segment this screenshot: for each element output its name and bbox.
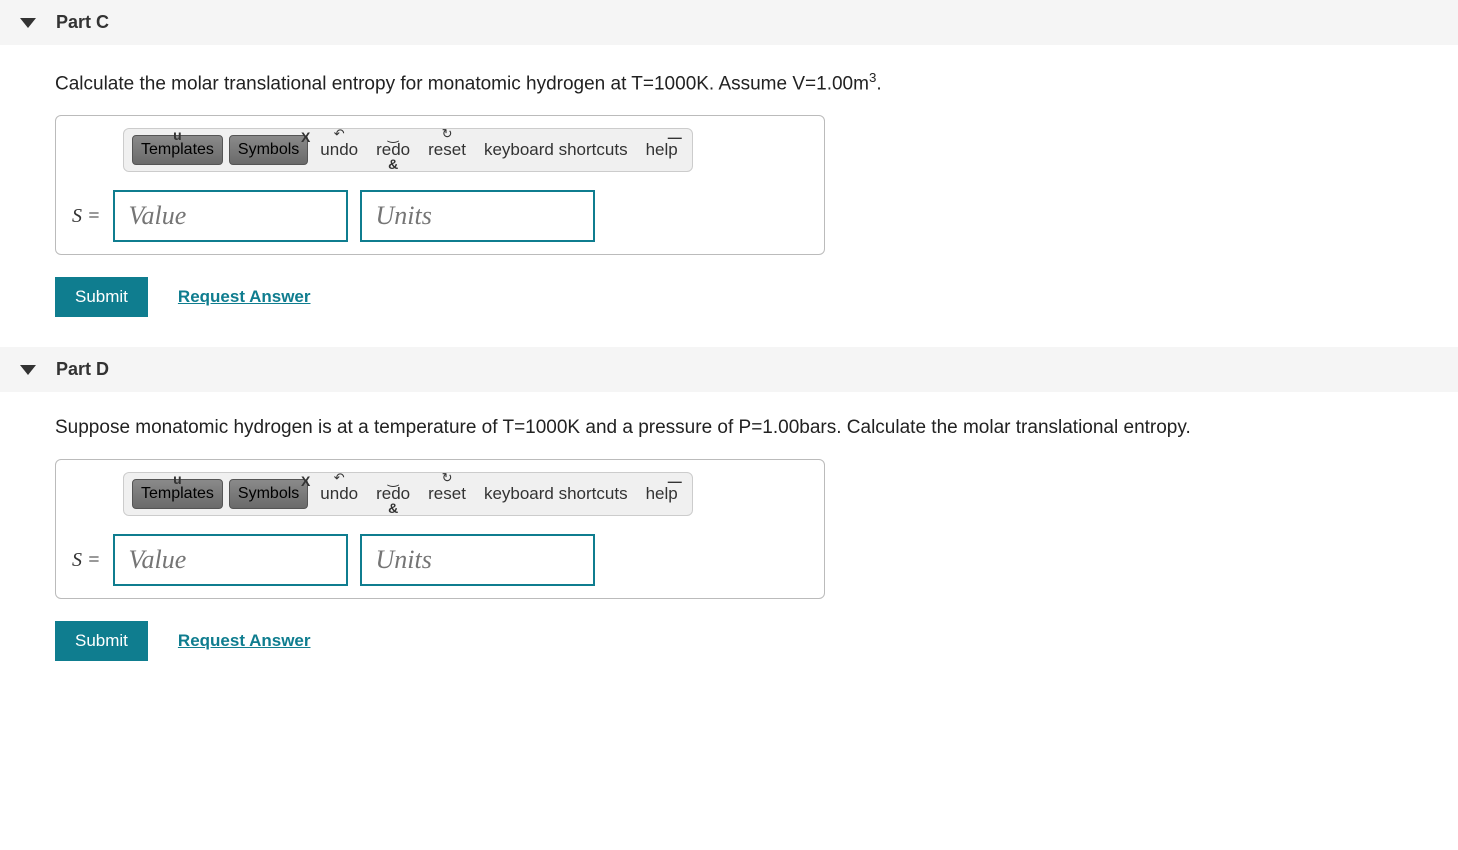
part-c-header: Part C [0, 0, 1458, 45]
reset-button[interactable]: ↻ reset [422, 480, 472, 508]
symbols-button[interactable]: X Symbols [229, 135, 308, 165]
undo-icon: ↶ [334, 126, 345, 142]
input-row: S = [68, 534, 812, 586]
question-text-end: . [876, 73, 881, 94]
redo-button[interactable]: ‿ redo & [370, 136, 416, 164]
variable-label: S = [72, 549, 101, 572]
undo-button[interactable]: ↶ undo [314, 136, 364, 164]
undo-label: undo [320, 484, 358, 503]
redo-icon-top: ‿ [388, 128, 398, 144]
reset-icon: ↻ [442, 126, 453, 142]
help-button[interactable]: — help [640, 480, 684, 508]
redo-button[interactable]: ‿ redo & [370, 480, 416, 508]
symbols-button[interactable]: X Symbols [229, 479, 308, 509]
templates-label: Templates [141, 141, 214, 158]
submit-button[interactable]: Submit [55, 277, 148, 317]
variable-label: S = [72, 205, 101, 228]
part-c-body: Calculate the molar translational entrop… [0, 45, 1458, 347]
reset-button[interactable]: ↻ reset [422, 136, 472, 164]
symbols-overlay-icon: X [301, 473, 310, 489]
question-text-main: Calculate the molar translational entrop… [55, 73, 869, 94]
templates-button[interactable]: u Templates [132, 479, 223, 509]
units-input[interactable] [360, 190, 595, 242]
part-c-question: Calculate the molar translational entrop… [55, 70, 1403, 95]
part-c-title: Part C [56, 12, 109, 33]
redo-icon-bottom: & [388, 500, 398, 516]
redo-icon-bottom: & [388, 156, 398, 172]
part-d-question: Suppose monatomic hydrogen is at a tempe… [55, 417, 1403, 439]
templates-overlay-icon: u [173, 127, 182, 143]
collapse-caret-icon[interactable] [20, 365, 36, 375]
input-row: S = [68, 190, 812, 242]
value-input[interactable] [113, 534, 348, 586]
value-input[interactable] [113, 190, 348, 242]
templates-button[interactable]: u Templates [132, 135, 223, 165]
keyboard-shortcuts-button[interactable]: keyboard shortcuts [478, 480, 634, 508]
symbols-label: Symbols [238, 485, 299, 502]
part-d-actions: Submit Request Answer [55, 621, 1403, 661]
undo-button[interactable]: ↶ undo [314, 480, 364, 508]
redo-icon-top: ‿ [388, 472, 398, 488]
undo-icon: ↶ [334, 470, 345, 486]
templates-label: Templates [141, 485, 214, 502]
part-d-title: Part D [56, 359, 109, 380]
equation-toolbar: u Templates X Symbols ↶ undo ‿ redo & ↻ … [123, 128, 693, 172]
undo-label: undo [320, 140, 358, 159]
request-answer-link[interactable]: Request Answer [178, 631, 311, 651]
part-c-answer-box: u Templates X Symbols ↶ undo ‿ redo & ↻ … [55, 115, 825, 255]
symbols-overlay-icon: X [301, 129, 310, 145]
reset-label: reset [428, 484, 466, 503]
part-d-answer-box: u Templates X Symbols ↶ undo ‿ redo & ↻ … [55, 459, 825, 599]
part-d-header: Part D [0, 347, 1458, 392]
reset-label: reset [428, 140, 466, 159]
submit-button[interactable]: Submit [55, 621, 148, 661]
part-d-body: Suppose monatomic hydrogen is at a tempe… [0, 392, 1458, 691]
help-overlay-icon: — [668, 473, 682, 489]
help-overlay-icon: — [668, 129, 682, 145]
part-c-actions: Submit Request Answer [55, 277, 1403, 317]
collapse-caret-icon[interactable] [20, 18, 36, 28]
help-button[interactable]: — help [640, 136, 684, 164]
symbols-label: Symbols [238, 141, 299, 158]
templates-overlay-icon: u [173, 471, 182, 487]
keyboard-shortcuts-button[interactable]: keyboard shortcuts [478, 136, 634, 164]
units-input[interactable] [360, 534, 595, 586]
equation-toolbar: u Templates X Symbols ↶ undo ‿ redo & ↻ … [123, 472, 693, 516]
reset-icon: ↻ [442, 470, 453, 486]
request-answer-link[interactable]: Request Answer [178, 287, 311, 307]
